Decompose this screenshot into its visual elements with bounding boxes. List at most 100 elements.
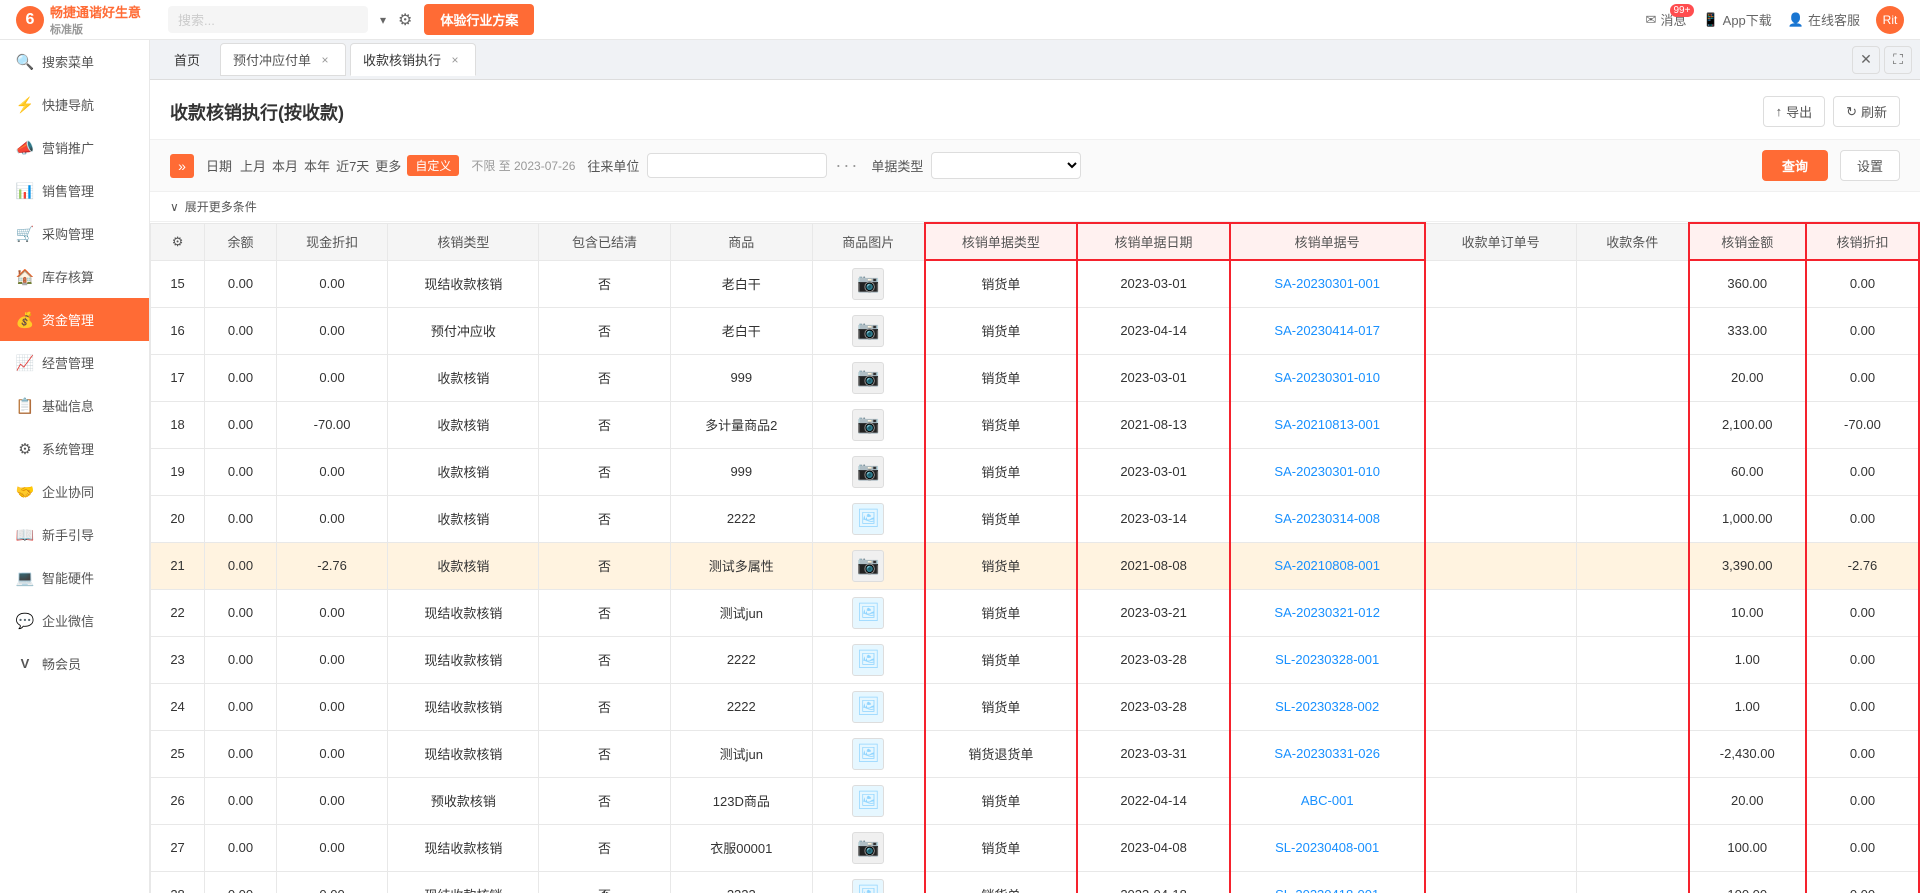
cell-row-no: 25 <box>151 730 205 777</box>
date-last-7[interactable]: 近7天 <box>336 156 369 175</box>
expand-more-conditions[interactable]: ∨ 展开更多条件 <box>150 192 1920 222</box>
table-wrapper[interactable]: ⚙ 余额 现金折扣 核销类型 包含已结清 商品 商品图片 核销单据类型 核销单据… <box>150 222 1920 893</box>
tab-writeoff-close[interactable]: × <box>447 52 463 68</box>
search-bar-text: 搜索... <box>178 10 215 29</box>
user-name: Rit <box>1883 13 1898 27</box>
date-filter-group: 日期 上月 本月 本年 近7天 更多 自定义 不限 至 2023-07-26 <box>206 155 575 176</box>
writeoff-no-link[interactable]: SL-20230408-001 <box>1275 840 1379 855</box>
writeoff-no-link[interactable]: SL-20230328-002 <box>1275 699 1379 714</box>
dropdown-btn[interactable]: ▾ <box>380 13 386 27</box>
app-download-icon: 📱 <box>1702 12 1718 28</box>
tab-prepay-close[interactable]: × <box>317 52 333 68</box>
cell-writeoff-discount: 0.00 <box>1806 260 1919 307</box>
cell-writeoff-type: 收款核销 <box>388 401 539 448</box>
sidebar-item-quick-nav[interactable]: ⚡ 快捷导航 <box>0 83 149 126</box>
cell-writeoff-type: 现结收款核销 <box>388 824 539 871</box>
cell-writeoff-discount: 0.00 <box>1806 871 1919 893</box>
writeoff-no-link[interactable]: SA-20230314-008 <box>1274 511 1380 526</box>
notification-item[interactable]: ✉ 消息 99+ <box>1646 10 1687 29</box>
tab-home[interactable]: 首页 <box>158 42 216 77</box>
partner-filter-group: 往来单位 ··· <box>587 153 859 178</box>
order-type-select[interactable] <box>931 152 1081 179</box>
col-writeoff-amount-header: 核销金额 <box>1689 223 1806 260</box>
sidebar-item-collab[interactable]: 🤝 企业协同 <box>0 470 149 513</box>
cell-writeoff-voucher-type: 销货单 <box>925 683 1078 730</box>
cell-writeoff-no: SL-20230408-001 <box>1230 824 1425 871</box>
cell-balance: 0.00 <box>205 589 277 636</box>
sidebar-item-finance[interactable]: 💰 资金管理 <box>0 298 149 341</box>
writeoff-no-link[interactable]: ABC-001 <box>1301 793 1354 808</box>
order-type-label: 单据类型 <box>871 156 923 175</box>
product-image: 📷 <box>852 315 884 347</box>
cell-include-settled: 否 <box>539 636 670 683</box>
partner-input[interactable] <box>647 153 827 178</box>
cell-cash-discount: 0.00 <box>276 730 387 777</box>
sidebar-item-marketing[interactable]: 📣 营销推广 <box>0 126 149 169</box>
cell-include-settled: 否 <box>539 495 670 542</box>
gear-btn[interactable]: ⚙ <box>398 10 412 30</box>
cell-row-no: 19 <box>151 448 205 495</box>
cell-product-image: 📷 <box>812 307 924 354</box>
product-image: 📷 <box>852 550 884 582</box>
cell-writeoff-discount: -70.00 <box>1806 401 1919 448</box>
tab-close-all-btn[interactable]: ✕ <box>1852 46 1880 74</box>
cell-cash-discount: -2.76 <box>276 542 387 589</box>
date-last-month[interactable]: 上月 <box>240 156 266 175</box>
sidebar-item-sales[interactable]: 📊 销售管理 <box>0 169 149 212</box>
writeoff-no-link[interactable]: SA-20230301-010 <box>1274 370 1380 385</box>
cell-writeoff-voucher-type: 销货单 <box>925 495 1078 542</box>
writeoff-no-link[interactable]: SA-20230301-010 <box>1274 464 1380 479</box>
cell-writeoff-amount: 100.00 <box>1689 871 1806 893</box>
cell-product-image: 🖼 <box>812 683 924 730</box>
sidebar-item-guide[interactable]: 📖 新手引导 <box>0 513 149 556</box>
date-this-year[interactable]: 本年 <box>304 156 330 175</box>
writeoff-no-link[interactable]: SA-20230414-017 <box>1274 323 1380 338</box>
writeoff-no-link[interactable]: SA-20210808-001 <box>1274 558 1380 573</box>
cell-product-image: 📷 <box>812 824 924 871</box>
sidebar-item-search[interactable]: 🔍 搜索菜单 <box>0 40 149 83</box>
writeoff-no-link[interactable]: SL-20230418-001 <box>1275 887 1379 893</box>
sidebar-item-base-info[interactable]: 📋 基础信息 <box>0 384 149 427</box>
date-more[interactable]: 更多 <box>375 156 401 175</box>
cell-writeoff-amount: 60.00 <box>1689 448 1806 495</box>
online-service-item[interactable]: 👤 在线客服 <box>1788 10 1860 29</box>
cell-writeoff-no: SA-20230321-012 <box>1230 589 1425 636</box>
sidebar-item-member[interactable]: V 畅会员 <box>0 642 149 685</box>
trial-btn[interactable]: 体验行业方案 <box>424 4 534 35</box>
cell-balance: 0.00 <box>205 354 277 401</box>
cell-writeoff-voucher-type: 销货单 <box>925 354 1078 401</box>
cell-product: 测试jun <box>670 730 812 777</box>
writeoff-no-link[interactable]: SA-20230301-001 <box>1274 276 1380 291</box>
cell-cash-discount: 0.00 <box>276 683 387 730</box>
writeoff-no-link[interactable]: SA-20230321-012 <box>1274 605 1380 620</box>
top-bar: 6 畅捷通谐好生意 标准版 搜索... ▾ ⚙ 体验行业方案 ✉ 消息 99+ … <box>0 0 1920 40</box>
date-custom-btn[interactable]: 自定义 <box>407 155 459 176</box>
writeoff-no-link[interactable]: SL-20230328-001 <box>1275 652 1379 667</box>
app-download-item[interactable]: 📱 App下载 <box>1702 10 1771 29</box>
sidebar-item-system[interactable]: ⚙ 系统管理 <box>0 427 149 470</box>
export-btn[interactable]: ↑ 导出 <box>1763 96 1826 127</box>
settings-btn[interactable]: 设置 <box>1840 150 1900 181</box>
sidebar-item-purchase[interactable]: 🛒 采购管理 <box>0 212 149 255</box>
cell-writeoff-discount: 0.00 <box>1806 730 1919 777</box>
cell-row-no: 20 <box>151 495 205 542</box>
chevron-down-icon: ∨ <box>170 200 179 214</box>
tab-expand-btn[interactable]: ⛶ <box>1884 46 1912 74</box>
date-this-month[interactable]: 本月 <box>272 156 298 175</box>
expand-filter-btn[interactable]: » <box>170 154 194 178</box>
writeoff-no-link[interactable]: SA-20230331-026 <box>1274 746 1380 761</box>
cell-product: 2222 <box>670 683 812 730</box>
sidebar-item-wechat[interactable]: 💬 企业微信 <box>0 599 149 642</box>
tab-writeoff[interactable]: 收款核销执行 × <box>350 43 476 76</box>
partner-dots-btn[interactable]: ··· <box>835 155 859 176</box>
refresh-btn[interactable]: ↻ 刷新 <box>1833 96 1900 127</box>
cell-receipt-order-no <box>1425 354 1577 401</box>
sidebar-item-inventory[interactable]: 🏠 库存核算 <box>0 255 149 298</box>
tab-prepay[interactable]: 预付冲应付单 × <box>220 43 346 76</box>
writeoff-no-link[interactable]: SA-20210813-001 <box>1274 417 1380 432</box>
cell-writeoff-no: SA-20230301-010 <box>1230 448 1425 495</box>
sidebar-item-hardware[interactable]: 💻 智能硬件 <box>0 556 149 599</box>
col-writeoff-no-header: 核销单据号 <box>1230 223 1425 260</box>
sidebar-item-operations[interactable]: 📈 经营管理 <box>0 341 149 384</box>
query-btn[interactable]: 查询 <box>1762 150 1828 181</box>
